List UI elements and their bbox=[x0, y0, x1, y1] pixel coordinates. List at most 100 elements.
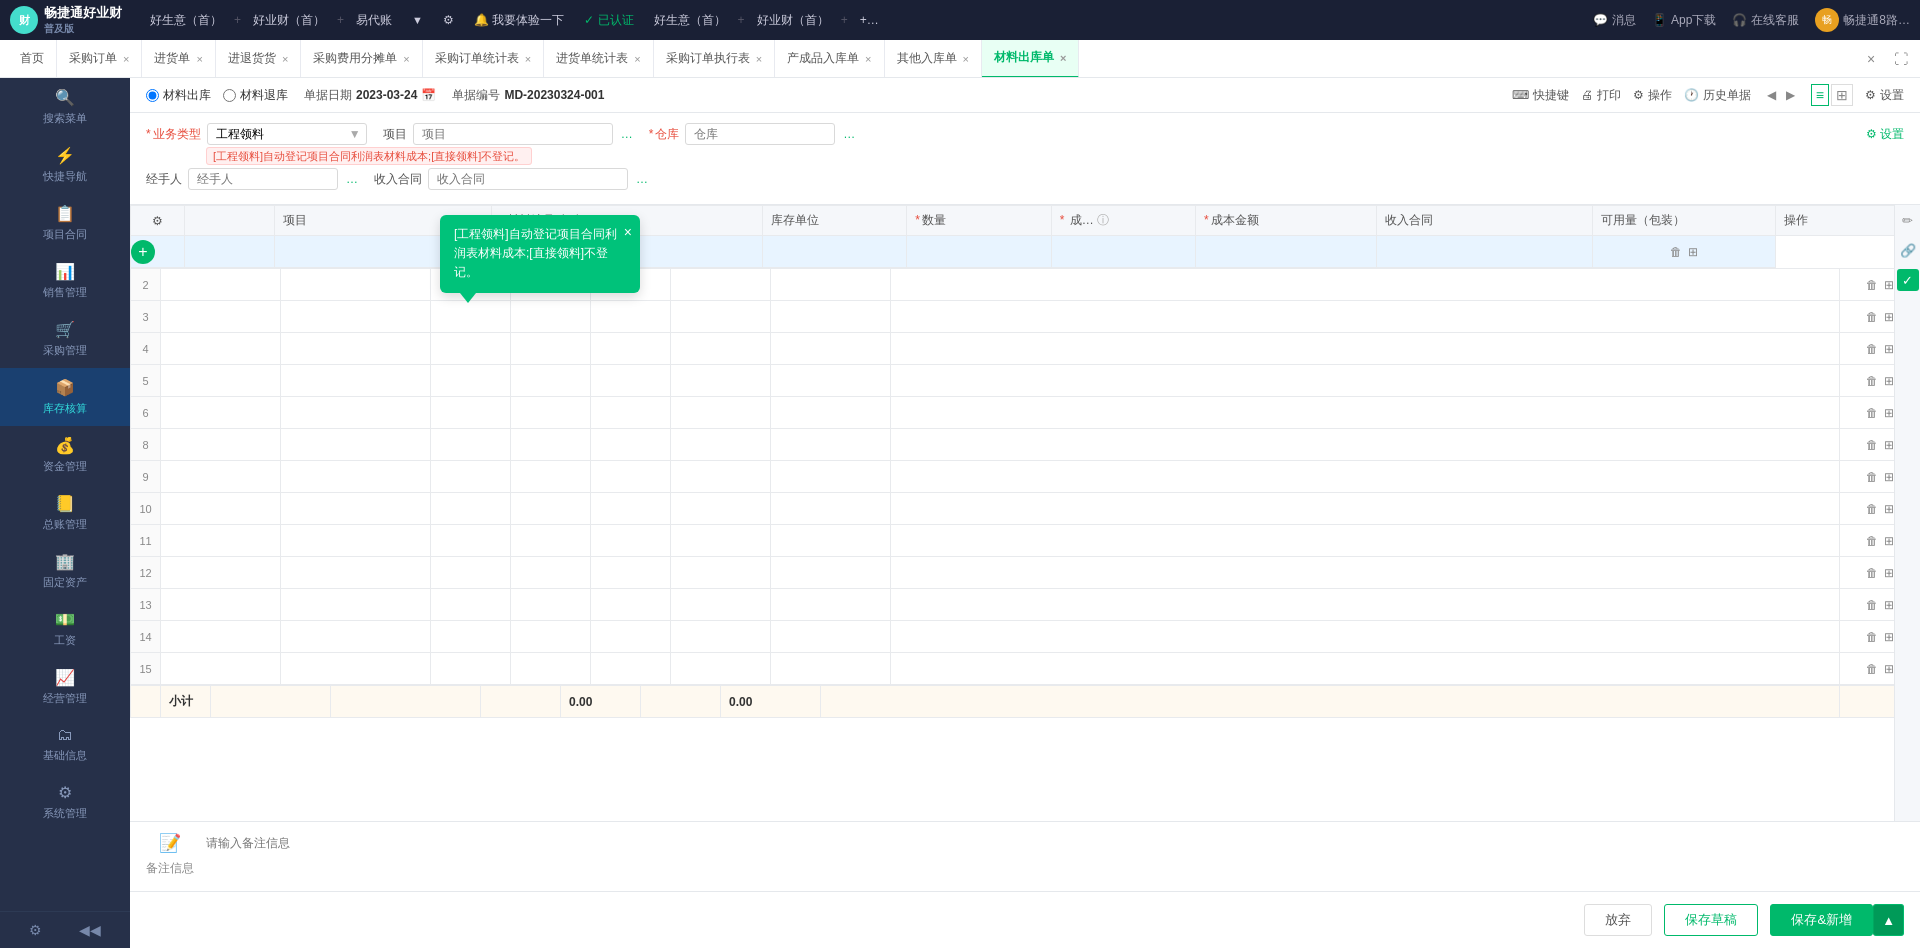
row-cost-price-cell[interactable] bbox=[907, 236, 1051, 268]
copy-row-btn[interactable]: ⊞ bbox=[1884, 502, 1894, 516]
row-qty-cell[interactable] bbox=[511, 653, 591, 685]
copy-row-btn[interactable]: ⊞ bbox=[1884, 662, 1894, 676]
sidebar-item-accounting[interactable]: 📒 总账管理 bbox=[0, 484, 130, 542]
row-qty-cell[interactable] bbox=[511, 557, 591, 589]
row-income-contract-cell[interactable] bbox=[771, 525, 891, 557]
row-material-cell[interactable] bbox=[281, 525, 431, 557]
row-qty-cell[interactable] bbox=[511, 365, 591, 397]
row-material-cell[interactable] bbox=[281, 429, 431, 461]
copy-row-btn[interactable]: ⊞ bbox=[1884, 630, 1894, 644]
tab-close-icon[interactable]: × bbox=[756, 53, 762, 65]
row-unit-cell[interactable] bbox=[431, 333, 511, 365]
sidebar-settings-btn[interactable]: ⚙ bbox=[29, 922, 42, 938]
radio-material-out[interactable]: 材料出库 bbox=[146, 87, 211, 104]
row-project-cell[interactable] bbox=[185, 236, 275, 268]
radio-material-return[interactable]: 材料退库 bbox=[223, 87, 288, 104]
row-income-contract-cell[interactable] bbox=[771, 301, 891, 333]
row-qty-cell[interactable] bbox=[511, 301, 591, 333]
tab-close-icon[interactable]: × bbox=[865, 53, 871, 65]
delete-row-btn[interactable]: 🗑 bbox=[1866, 310, 1878, 324]
row-project-cell[interactable] bbox=[161, 621, 281, 653]
sidebar-item-inventory[interactable]: 📦 库存核算 bbox=[0, 368, 130, 426]
row-project-cell[interactable] bbox=[161, 365, 281, 397]
row-material-cell[interactable] bbox=[281, 397, 431, 429]
prev-arrow[interactable]: ◀ bbox=[1763, 86, 1780, 104]
settings-btn[interactable]: ⚙ 设置 bbox=[1865, 87, 1904, 104]
row-material-cell[interactable] bbox=[281, 621, 431, 653]
row-material-cell[interactable] bbox=[281, 301, 431, 333]
row-material-cell[interactable] bbox=[281, 653, 431, 685]
row-cost-amount-cell[interactable] bbox=[671, 525, 771, 557]
row-project-cell[interactable] bbox=[161, 269, 281, 301]
row-cost-price-cell[interactable] bbox=[591, 301, 671, 333]
grid-view-btn[interactable]: ⊞ bbox=[1831, 84, 1853, 106]
row-unit-cell[interactable] bbox=[431, 365, 511, 397]
row-project-cell[interactable] bbox=[161, 461, 281, 493]
row-available-cell[interactable] bbox=[891, 589, 1840, 621]
row-unit-cell[interactable] bbox=[431, 621, 511, 653]
tab-close-icon[interactable]: × bbox=[123, 53, 129, 65]
sidebar-collapse-btn[interactable]: ◀◀ bbox=[79, 922, 101, 938]
tab-home[interactable]: 首页 bbox=[8, 40, 57, 78]
handler-dots-btn[interactable]: … bbox=[346, 172, 358, 186]
delete-row-btn[interactable]: 🗑 bbox=[1670, 245, 1682, 259]
income-contract-dots-btn[interactable]: … bbox=[636, 172, 648, 186]
copy-row-btn[interactable]: ⊞ bbox=[1884, 598, 1894, 612]
maximize-btn[interactable]: ⛶ bbox=[1890, 48, 1912, 70]
next-arrow[interactable]: ▶ bbox=[1782, 86, 1799, 104]
row-unit-cell[interactable] bbox=[431, 461, 511, 493]
row-cost-price-cell[interactable] bbox=[591, 461, 671, 493]
row-project-cell[interactable] bbox=[161, 333, 281, 365]
row-available-cell[interactable] bbox=[1376, 236, 1593, 268]
copy-row-btn[interactable]: ⊞ bbox=[1884, 278, 1894, 292]
tab-close-icon[interactable]: × bbox=[634, 53, 640, 65]
row-cost-price-cell[interactable] bbox=[591, 589, 671, 621]
copy-row-btn[interactable]: ⊞ bbox=[1884, 342, 1894, 356]
income-contract-input[interactable] bbox=[428, 168, 628, 190]
row-income-contract-cell[interactable] bbox=[771, 397, 891, 429]
row-project-cell[interactable] bbox=[161, 397, 281, 429]
row-available-cell[interactable] bbox=[891, 269, 1840, 301]
sidebar-item-search[interactable]: 🔍 搜索菜单 bbox=[0, 78, 130, 136]
row-qty-cell[interactable] bbox=[511, 621, 591, 653]
row-cost-amount-cell[interactable] bbox=[671, 461, 771, 493]
row-unit-cell[interactable] bbox=[431, 397, 511, 429]
row-qty-cell[interactable] bbox=[511, 333, 591, 365]
form-settings-btn[interactable]: ⚙ 设置 bbox=[1866, 126, 1904, 143]
row-qty-cell[interactable] bbox=[511, 493, 591, 525]
tab-close-icon[interactable]: × bbox=[525, 53, 531, 65]
row-available-cell[interactable] bbox=[891, 333, 1840, 365]
row-cost-price-cell[interactable] bbox=[591, 621, 671, 653]
history-btn[interactable]: 🕐 历史单据 bbox=[1684, 87, 1751, 104]
row-material-cell[interactable] bbox=[281, 589, 431, 621]
row-cost-amount-cell[interactable] bbox=[671, 653, 771, 685]
row-available-cell[interactable] bbox=[891, 461, 1840, 493]
row-income-contract-cell[interactable] bbox=[771, 333, 891, 365]
row-cost-amount-cell[interactable] bbox=[671, 621, 771, 653]
note-input[interactable] bbox=[202, 832, 1904, 854]
row-project-cell[interactable] bbox=[161, 301, 281, 333]
top-nav-haoshengyi2[interactable]: 好生意（首） bbox=[646, 8, 734, 33]
row-cost-price-cell[interactable] bbox=[591, 397, 671, 429]
row-available-cell[interactable] bbox=[891, 557, 1840, 589]
row-project-cell[interactable] bbox=[161, 589, 281, 621]
top-nav-dropdown[interactable]: ▼ bbox=[404, 10, 431, 30]
row-cost-amount-cell[interactable] bbox=[671, 429, 771, 461]
discard-btn[interactable]: 放弃 bbox=[1584, 904, 1652, 936]
top-nav-haoyecai2[interactable]: 好业财（首） bbox=[749, 8, 837, 33]
row-material-cell[interactable] bbox=[281, 269, 431, 301]
row-available-cell[interactable] bbox=[891, 621, 1840, 653]
sidebar-item-finance[interactable]: 💰 资金管理 bbox=[0, 426, 130, 484]
row-material-cell[interactable] bbox=[281, 557, 431, 589]
delete-row-btn[interactable]: 🗑 bbox=[1866, 662, 1878, 676]
copy-row-btn[interactable]: ⊞ bbox=[1884, 470, 1894, 484]
tab-close-active-icon[interactable]: × bbox=[1060, 52, 1066, 64]
user-avatar[interactable]: 畅 畅捷通8路… bbox=[1815, 8, 1910, 32]
delete-row-btn[interactable]: 🗑 bbox=[1866, 278, 1878, 292]
row-qty-cell[interactable] bbox=[511, 461, 591, 493]
tab-purchase-stats[interactable]: 采购订单统计表 × bbox=[423, 40, 544, 78]
warehouse-dots-btn[interactable]: … bbox=[843, 127, 855, 141]
row-qty-cell[interactable] bbox=[511, 397, 591, 429]
date-value[interactable]: 2023-03-24 bbox=[356, 88, 417, 102]
row-cost-price-cell[interactable] bbox=[591, 429, 671, 461]
